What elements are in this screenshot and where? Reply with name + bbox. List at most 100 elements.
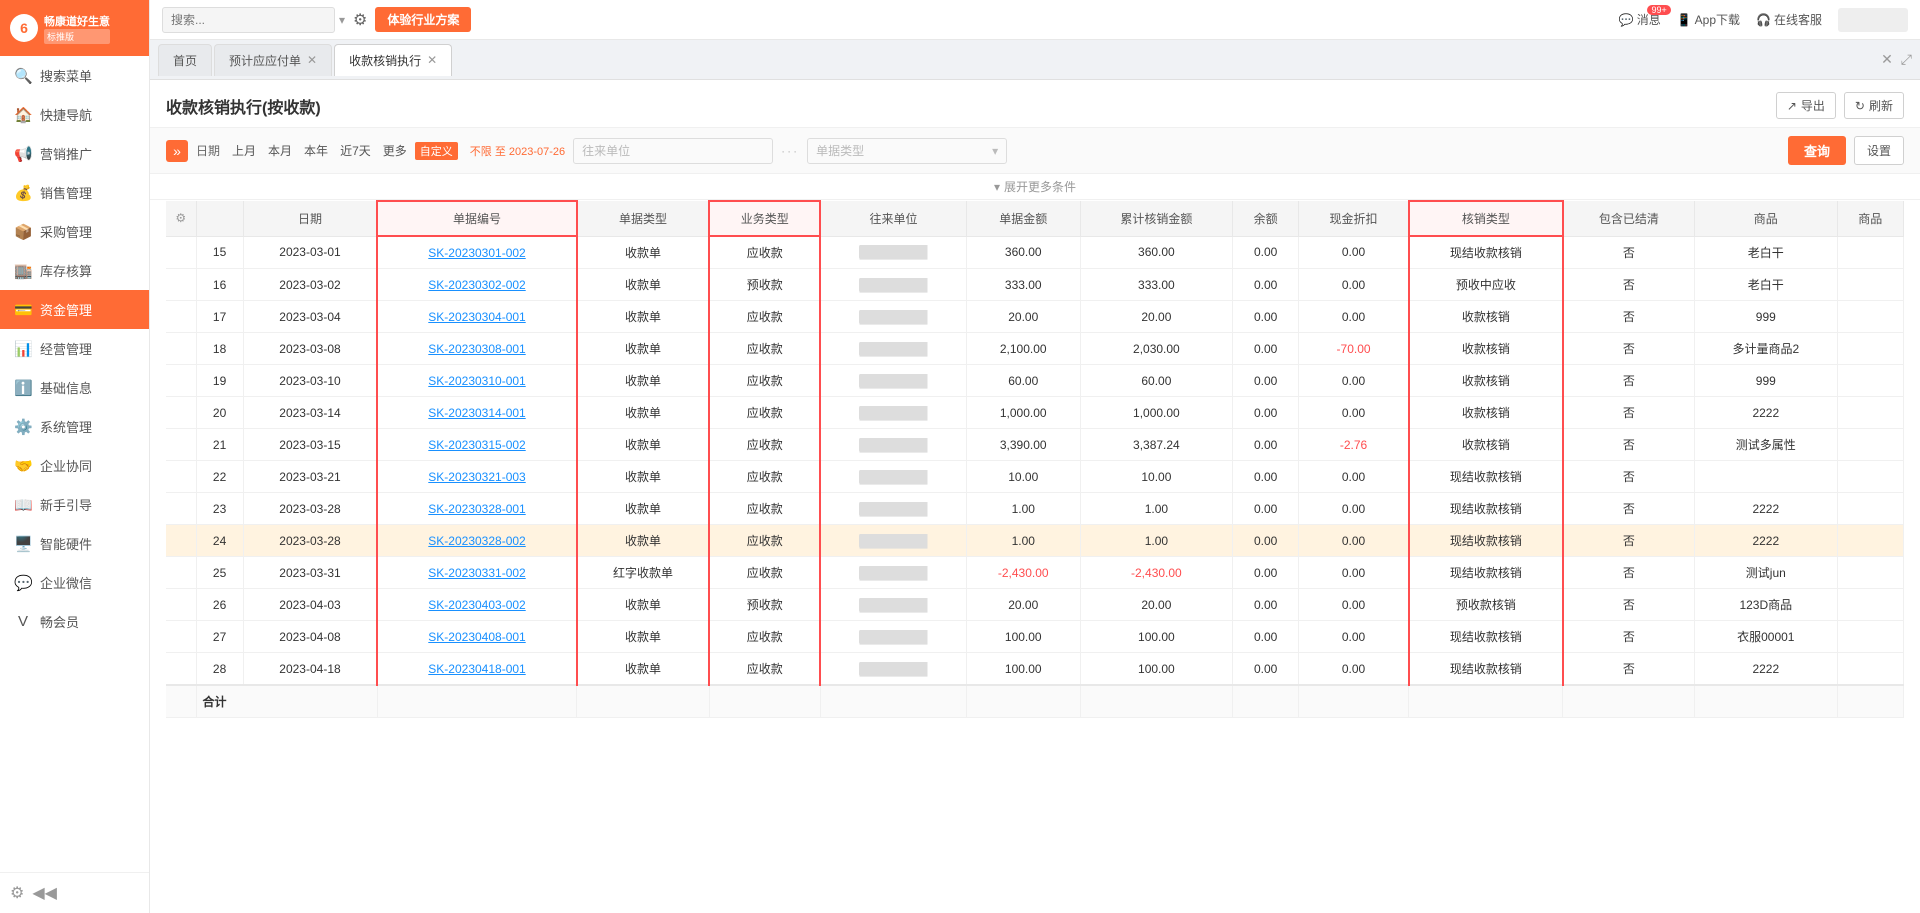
bill-no-link[interactable]: SK-20230302-002 — [428, 278, 525, 292]
export-button[interactable]: ↗ 导出 — [1776, 92, 1836, 119]
tab-payable-close-icon[interactable]: ✕ — [307, 53, 317, 67]
cell-bill-type: 红字收款单 — [577, 557, 710, 589]
query-button[interactable]: 查询 — [1788, 136, 1846, 165]
tab-payable[interactable]: 预计应应付单 ✕ — [214, 44, 332, 76]
sidebar-item-hardware[interactable]: 🖥️智能硬件 — [0, 524, 149, 563]
table-row[interactable]: 27 2023-04-08 SK-20230408-001 收款单 应收款 ██… — [166, 621, 1904, 653]
sidebar-item-guide[interactable]: 📖新手引导 — [0, 485, 149, 524]
date-custom-btn[interactable]: 自定义 — [415, 142, 458, 160]
sidebar-item-enterprise[interactable]: 🤝企业协同 — [0, 446, 149, 485]
bill-no-link[interactable]: SK-20230418-001 — [428, 662, 525, 676]
bill-no-link[interactable]: SK-20230314-001 — [428, 406, 525, 420]
partner-filter[interactable]: 往来单位 — [573, 138, 773, 164]
sidebar-item-operations[interactable]: 📊经营管理 — [0, 329, 149, 368]
cell-gear — [166, 653, 196, 686]
sidebar-item-wechat[interactable]: 💬企业微信 — [0, 563, 149, 602]
settings-icon[interactable]: ⚙ — [10, 883, 24, 903]
expand-more-button[interactable]: ▾ 展开更多条件 — [994, 178, 1076, 195]
table-row[interactable]: 16 2023-03-02 SK-20230302-002 收款单 预收款 ██… — [166, 269, 1904, 301]
bill-type-filter[interactable]: 单据类型 ▾ — [807, 138, 1007, 164]
col-goods[interactable]: 商品 — [1694, 201, 1837, 236]
collapse-icon[interactable]: ◀◀ — [32, 883, 57, 903]
messages-link[interactable]: 💬 消息 99+ — [1619, 11, 1661, 28]
col-amount[interactable]: 单据金额 — [966, 201, 1080, 236]
bill-no-link[interactable]: SK-20230304-001 — [428, 310, 525, 324]
sidebar-item-system[interactable]: ⚙️系统管理 — [0, 407, 149, 446]
table-row[interactable]: 28 2023-04-18 SK-20230418-001 收款单 应收款 ██… — [166, 653, 1904, 686]
tab-payable-label: 预计应应付单 — [229, 52, 301, 69]
table-row[interactable]: 17 2023-03-04 SK-20230304-001 收款单 应收款 ██… — [166, 301, 1904, 333]
date-last-month[interactable]: 上月 — [228, 140, 260, 161]
date-more[interactable]: 更多 — [379, 140, 411, 161]
bill-no-link[interactable]: SK-20230403-002 — [428, 598, 525, 612]
maximize-window-icon[interactable]: ⤢ — [1901, 51, 1912, 68]
sidebar-item-marketing[interactable]: 📢营销推广 — [0, 134, 149, 173]
col-bill-no[interactable]: 单据编号 — [377, 201, 576, 236]
topbar-gear-icon[interactable]: ⚙ — [353, 10, 367, 30]
cell-verify-type: 现结收款核销 — [1409, 493, 1563, 525]
sidebar-item-finance[interactable]: 💳资金管理 — [0, 290, 149, 329]
table-row[interactable]: 21 2023-03-15 SK-20230315-002 收款单 应收款 ██… — [166, 429, 1904, 461]
bill-no-link[interactable]: SK-20230321-003 — [428, 470, 525, 484]
date-label: 日期 — [196, 142, 220, 159]
bill-no-link[interactable]: SK-20230315-002 — [428, 438, 525, 452]
sidebar-item-basic[interactable]: ℹ️基础信息 — [0, 368, 149, 407]
tab-collection-close-icon[interactable]: ✕ — [427, 53, 437, 67]
sidebar-label-search: 搜索菜单 — [40, 66, 92, 85]
refresh-button[interactable]: ↻ 刷新 — [1844, 92, 1904, 119]
table-row[interactable]: 19 2023-03-10 SK-20230310-001 收款单 应收款 ██… — [166, 365, 1904, 397]
bill-no-link[interactable]: SK-20230301-002 — [428, 246, 525, 260]
cell-balance: 0.00 — [1232, 461, 1298, 493]
close-window-icon[interactable]: ✕ — [1881, 51, 1893, 68]
industry-solution-button[interactable]: 体验行业方案 — [375, 7, 471, 32]
sidebar-label-inventory: 库存核算 — [40, 261, 92, 280]
filter-toggle-button[interactable]: » — [166, 140, 188, 162]
col-balance[interactable]: 余额 — [1232, 201, 1298, 236]
date-this-month[interactable]: 本月 — [264, 140, 296, 161]
col-accum-verify[interactable]: 累计核销金额 — [1080, 201, 1232, 236]
bill-no-link[interactable]: SK-20230310-001 — [428, 374, 525, 388]
date-this-year[interactable]: 本年 — [300, 140, 332, 161]
bill-no-link[interactable]: SK-20230328-001 — [428, 502, 525, 516]
tab-collection[interactable]: 收款核销执行 ✕ — [334, 44, 452, 76]
topbar-search-input[interactable] — [162, 7, 335, 33]
sidebar-item-inventory[interactable]: 🏬库存核算 — [0, 251, 149, 290]
table-row[interactable]: 24 2023-03-28 SK-20230328-002 收款单 应收款 ██… — [166, 525, 1904, 557]
bill-no-link[interactable]: SK-20230308-001 — [428, 342, 525, 356]
table-row[interactable]: 22 2023-03-21 SK-20230321-003 收款单 应收款 ██… — [166, 461, 1904, 493]
col-date[interactable]: 日期 — [243, 201, 377, 236]
table-row[interactable]: 25 2023-03-31 SK-20230331-002 红字收款单 应收款 … — [166, 557, 1904, 589]
cell-partner: ████████ — [820, 236, 966, 269]
table-row[interactable]: 15 2023-03-01 SK-20230301-002 收款单 应收款 ██… — [166, 236, 1904, 269]
table-row[interactable]: 18 2023-03-08 SK-20230308-001 收款单 应收款 ██… — [166, 333, 1904, 365]
sidebar-icon-quicknav: 🏠 — [14, 106, 32, 124]
table-row[interactable]: 23 2023-03-28 SK-20230328-001 收款单 应收款 ██… — [166, 493, 1904, 525]
sidebar-item-quicknav[interactable]: 🏠快捷导航 — [0, 95, 149, 134]
col-cash-discount[interactable]: 现金折扣 — [1299, 201, 1409, 236]
date-7days[interactable]: 近7天 — [336, 140, 375, 161]
col-gear[interactable]: ⚙ — [166, 201, 196, 236]
bill-no-link[interactable]: SK-20230331-002 — [428, 566, 525, 580]
table-row[interactable]: 20 2023-03-14 SK-20230314-001 收款单 应收款 ██… — [166, 397, 1904, 429]
cell-bill-no: SK-20230328-002 — [377, 525, 576, 557]
col-partner[interactable]: 往来单位 — [820, 201, 966, 236]
filter-settings-button[interactable]: 设置 — [1854, 136, 1904, 165]
sidebar-item-search[interactable]: 🔍搜索菜单 — [0, 56, 149, 95]
online-support-link[interactable]: 🎧 在线客服 — [1756, 11, 1822, 28]
sidebar-item-member[interactable]: V畅会员 — [0, 602, 149, 641]
sidebar-item-purchase[interactable]: 📦采购管理 — [0, 212, 149, 251]
col-verify-type[interactable]: 核销类型 — [1409, 201, 1563, 236]
col-bill-type[interactable]: 单据类型 — [577, 201, 710, 236]
tab-home-label: 首页 — [173, 52, 197, 69]
col-goods2[interactable]: 商品 — [1837, 201, 1903, 236]
bill-no-link[interactable]: SK-20230408-001 — [428, 630, 525, 644]
sidebar-icon-guide: 📖 — [14, 496, 32, 514]
bill-no-link[interactable]: SK-20230328-002 — [428, 534, 525, 548]
col-biz-type[interactable]: 业务类型 — [709, 201, 820, 236]
col-incl-settled[interactable]: 包含已结清 — [1563, 201, 1695, 236]
sidebar-item-sales[interactable]: 💰销售管理 — [0, 173, 149, 212]
tab-home[interactable]: 首页 — [158, 44, 212, 76]
table-row[interactable]: 26 2023-04-03 SK-20230403-002 收款单 预收款 ██… — [166, 589, 1904, 621]
cell-biz-type: 应收款 — [709, 557, 820, 589]
app-download-link[interactable]: 📱 App下载 — [1677, 11, 1740, 28]
